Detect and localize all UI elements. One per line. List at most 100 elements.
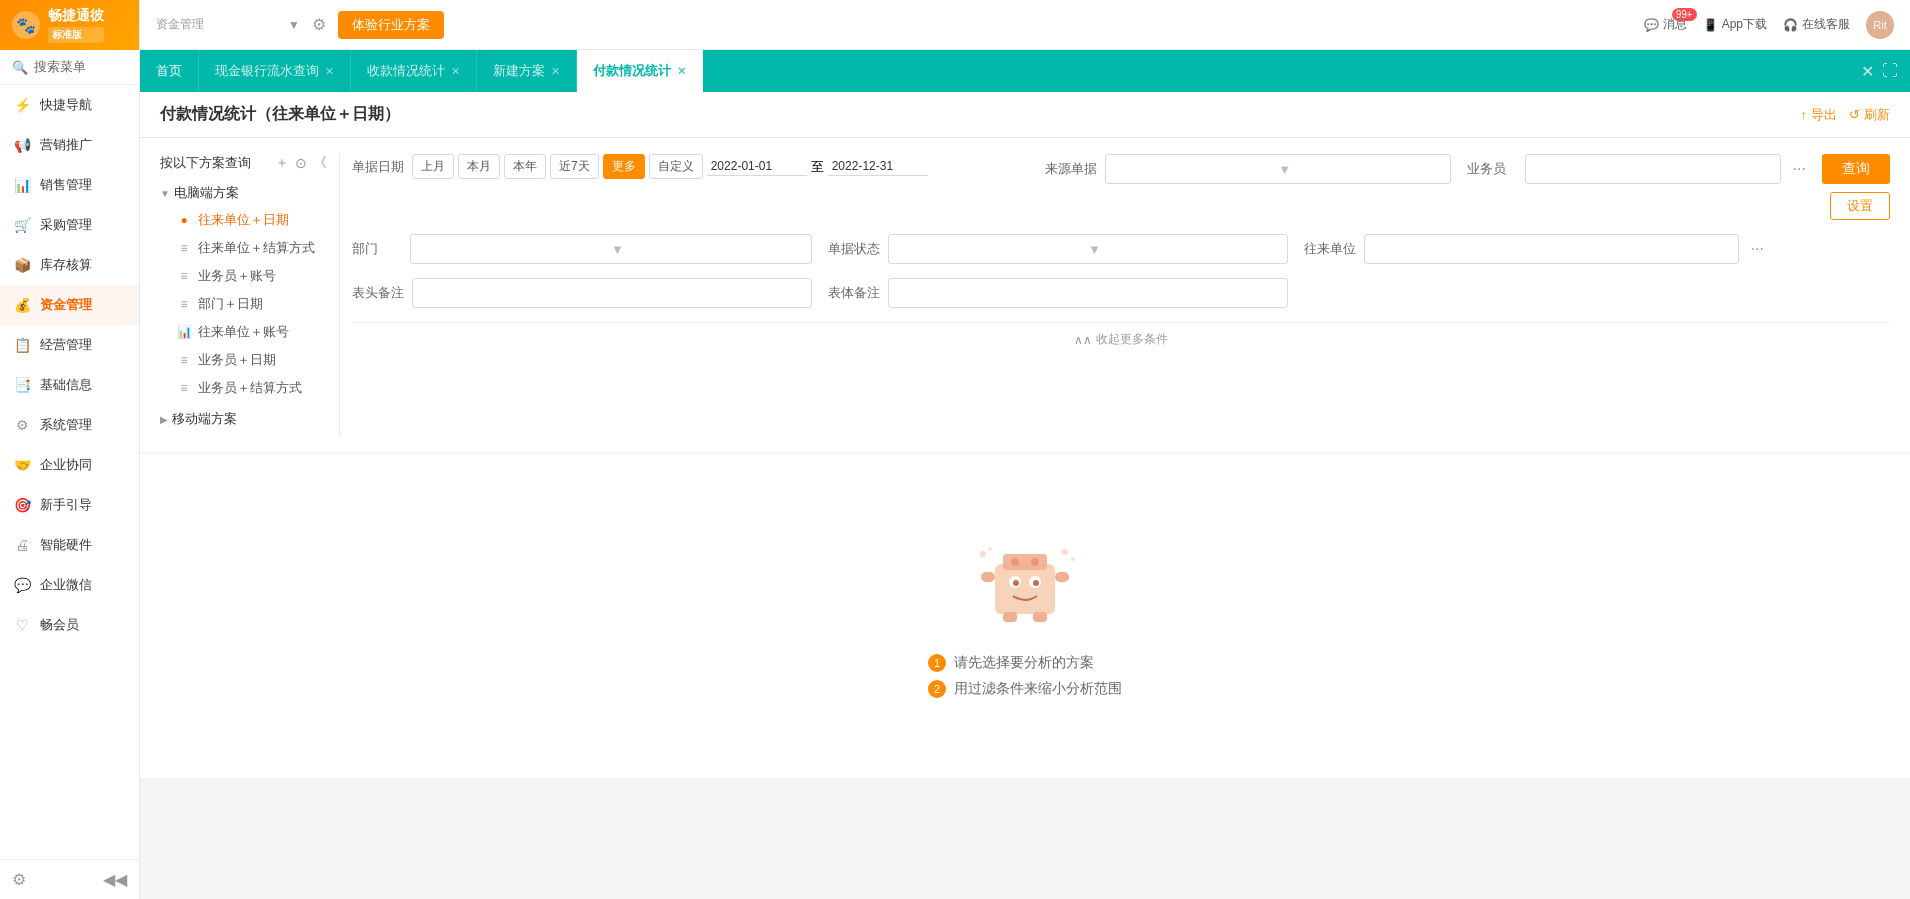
tab-bank-flow[interactable]: 现金银行流水查询 ✕ (199, 50, 351, 92)
tab-collection-stats-close[interactable]: ✕ (451, 65, 460, 78)
scheme-item-salesman-account[interactable]: ≡ 业务员＋账号 (160, 262, 327, 290)
scheme-settings-icon[interactable]: ⊙ (295, 155, 307, 171)
sidebar-item-purchase[interactable]: 🛒 采购管理 (0, 205, 139, 245)
sidebar-item-marketing[interactable]: 📢 营销推广 (0, 125, 139, 165)
messages-btn[interactable]: 💬 消息 99+ (1644, 16, 1687, 33)
collapse-label: 收起更多条件 (1096, 331, 1168, 348)
date-btn-7days[interactable]: 近7天 (550, 154, 599, 179)
tip-num-2: 2 (928, 680, 946, 698)
date-btn-this-year[interactable]: 本年 (504, 154, 546, 179)
sidebar-item-label: 企业协同 (40, 456, 92, 474)
dept-select[interactable]: ▼ (410, 234, 812, 264)
expand-icon[interactable]: ⛶ (1882, 62, 1898, 80)
mobile-group-arrow: ▶ (160, 414, 168, 425)
breadcrumb-dropdown[interactable]: ▼ (288, 18, 300, 32)
sidebar-item-basic-info[interactable]: 📑 基础信息 (0, 365, 139, 405)
page-content: 付款情况统计（往来单位＋日期） ↑ 导出 ↺ 刷新 按以下方案查询 ＋ (140, 92, 1910, 899)
operation-icon: 📋 (12, 335, 32, 355)
source-select[interactable]: ▼ (1105, 154, 1451, 184)
tab-collection-stats[interactable]: 收款情况统计 ✕ (351, 50, 477, 92)
scheme-item-salesman-settle[interactable]: ≡ 业务员＋结算方式 (160, 374, 327, 402)
date-btn-custom[interactable]: 自定义 (649, 154, 703, 179)
collapse-sidebar-icon[interactable]: ◀◀ (103, 870, 127, 889)
sidebar-item-operation[interactable]: 📋 经营管理 (0, 325, 139, 365)
scheme-item-partner-date[interactable]: ● 往来单位＋日期 (160, 206, 327, 234)
partner-select[interactable] (1364, 234, 1739, 264)
tab-new-scheme[interactable]: 新建方案 ✕ (477, 50, 577, 92)
svg-point-13 (988, 547, 992, 551)
search-menu[interactable]: 🔍 搜索菜单 (0, 50, 139, 85)
scheme-item-label: 部门＋日期 (198, 295, 263, 313)
tab-payment-stats[interactable]: 付款情况统计 ✕ (577, 50, 703, 92)
sales-icon: 📊 (12, 175, 32, 195)
basic-info-icon: 📑 (12, 375, 32, 395)
close-tab-icon[interactable]: ✕ (1861, 62, 1874, 81)
date-btn-more[interactable]: 更多 (603, 154, 645, 179)
tab-home[interactable]: 首页 (140, 50, 199, 92)
user-avatar[interactable]: Rit (1866, 11, 1894, 39)
service-icon: 🎧 (1783, 18, 1798, 32)
tabbar: 首页 现金银行流水查询 ✕ 收款情况统计 ✕ 新建方案 ✕ 付款情况统计 ✕ ✕… (140, 50, 1910, 92)
scheme-item-partner-settle[interactable]: ≡ 往来单位＋结算方式 (160, 234, 327, 262)
mobile-group-header[interactable]: ▶ 移动端方案 (160, 406, 327, 432)
svg-point-15 (1071, 557, 1075, 561)
svg-point-6 (1013, 580, 1019, 586)
sidebar-item-quick-nav[interactable]: ⚡ 快捷导航 (0, 85, 139, 125)
tab-new-scheme-label: 新建方案 (493, 62, 545, 80)
app-version: 标准版 (48, 27, 104, 43)
filter-field-partner: 往来单位 ··· (1304, 234, 1764, 264)
collapse-btn[interactable]: ∧∧ 收起更多条件 (352, 322, 1890, 356)
date-start-input[interactable] (707, 157, 807, 176)
salesman-select[interactable] (1525, 154, 1780, 184)
partner-dots[interactable]: ··· (1751, 240, 1764, 258)
desktop-group-header[interactable]: ▼ 电脑端方案 (160, 180, 327, 206)
tab-new-scheme-close[interactable]: ✕ (551, 65, 560, 78)
scheme-item-dept-date[interactable]: ≡ 部门＋日期 (160, 290, 327, 318)
breadcrumb-text: 资金管理 (156, 16, 204, 33)
date-group: 上月 本月 本年 近7天 更多 自定义 至 (412, 154, 1029, 179)
svg-rect-11 (1033, 612, 1047, 622)
sidebar-item-label: 营销推广 (40, 136, 92, 154)
app-download-btn[interactable]: 📱 App下载 (1703, 16, 1767, 33)
sidebar-item-hardware[interactable]: 🖨 智能硬件 (0, 525, 139, 565)
sidebar-item-member[interactable]: ♡ 畅会员 (0, 605, 139, 645)
filter-field-date: 单据日期 上月 本月 本年 近7天 更多 自定义 至 (352, 154, 1029, 179)
sidebar-item-system[interactable]: ⚙ 系统管理 (0, 405, 139, 445)
scheme-add-icon[interactable]: ＋ (275, 154, 289, 172)
sidebar-item-label: 采购管理 (40, 216, 92, 234)
sidebar-item-inventory[interactable]: 📦 库存核算 (0, 245, 139, 285)
online-service-btn[interactable]: 🎧 在线客服 (1783, 16, 1850, 33)
sidebar-item-finance[interactable]: 💰 资金管理 (0, 285, 139, 325)
tab-bank-flow-close[interactable]: ✕ (325, 65, 334, 78)
refresh-button[interactable]: ↺ 刷新 (1849, 106, 1890, 124)
settings-bottom-icon[interactable]: ⚙ (12, 870, 26, 889)
sidebar-item-guide[interactable]: 🎯 新手引导 (0, 485, 139, 525)
sidebar-item-wechat[interactable]: 💬 企业微信 (0, 565, 139, 605)
table-header-input[interactable] (412, 278, 812, 308)
guide-icon: 🎯 (12, 495, 32, 515)
query-button[interactable]: 查询 (1822, 154, 1890, 184)
date-end-input[interactable] (828, 157, 928, 176)
date-btn-last-month[interactable]: 上月 (412, 154, 454, 179)
tab-bank-flow-label: 现金银行流水查询 (215, 62, 319, 80)
topbar-gear-icon[interactable]: ⚙ (312, 15, 326, 34)
scheme-collapse-icon[interactable]: 《 (313, 154, 327, 172)
scheme-item-partner-account[interactable]: 📊 往来单位＋账号 (160, 318, 327, 346)
salesman-dots[interactable]: ··· (1793, 160, 1806, 178)
tab-collection-stats-label: 收款情况统计 (367, 62, 445, 80)
scheme-item-salesman-date[interactable]: ≡ 业务员＋日期 (160, 346, 327, 374)
settings-button[interactable]: 设置 (1830, 192, 1890, 220)
sidebar-item-cooperation[interactable]: 🤝 企业协同 (0, 445, 139, 485)
cooperation-icon: 🤝 (12, 455, 32, 475)
table-body-input[interactable] (888, 278, 1288, 308)
doc-status-select[interactable]: ▼ (888, 234, 1288, 264)
sidebar-item-sales[interactable]: 📊 销售管理 (0, 165, 139, 205)
mobile-scheme-group: ▶ 移动端方案 (160, 406, 327, 432)
trial-button[interactable]: 体验行业方案 (338, 11, 444, 39)
filter-field-salesman: 业务员 ··· (1467, 154, 1806, 184)
mobile-group-label: 移动端方案 (172, 410, 237, 428)
date-btn-this-month[interactable]: 本月 (458, 154, 500, 179)
export-button[interactable]: ↑ 导出 (1801, 106, 1838, 124)
filter-field-table-header: 表头备注 (352, 278, 812, 308)
tab-payment-stats-close[interactable]: ✕ (677, 65, 686, 78)
